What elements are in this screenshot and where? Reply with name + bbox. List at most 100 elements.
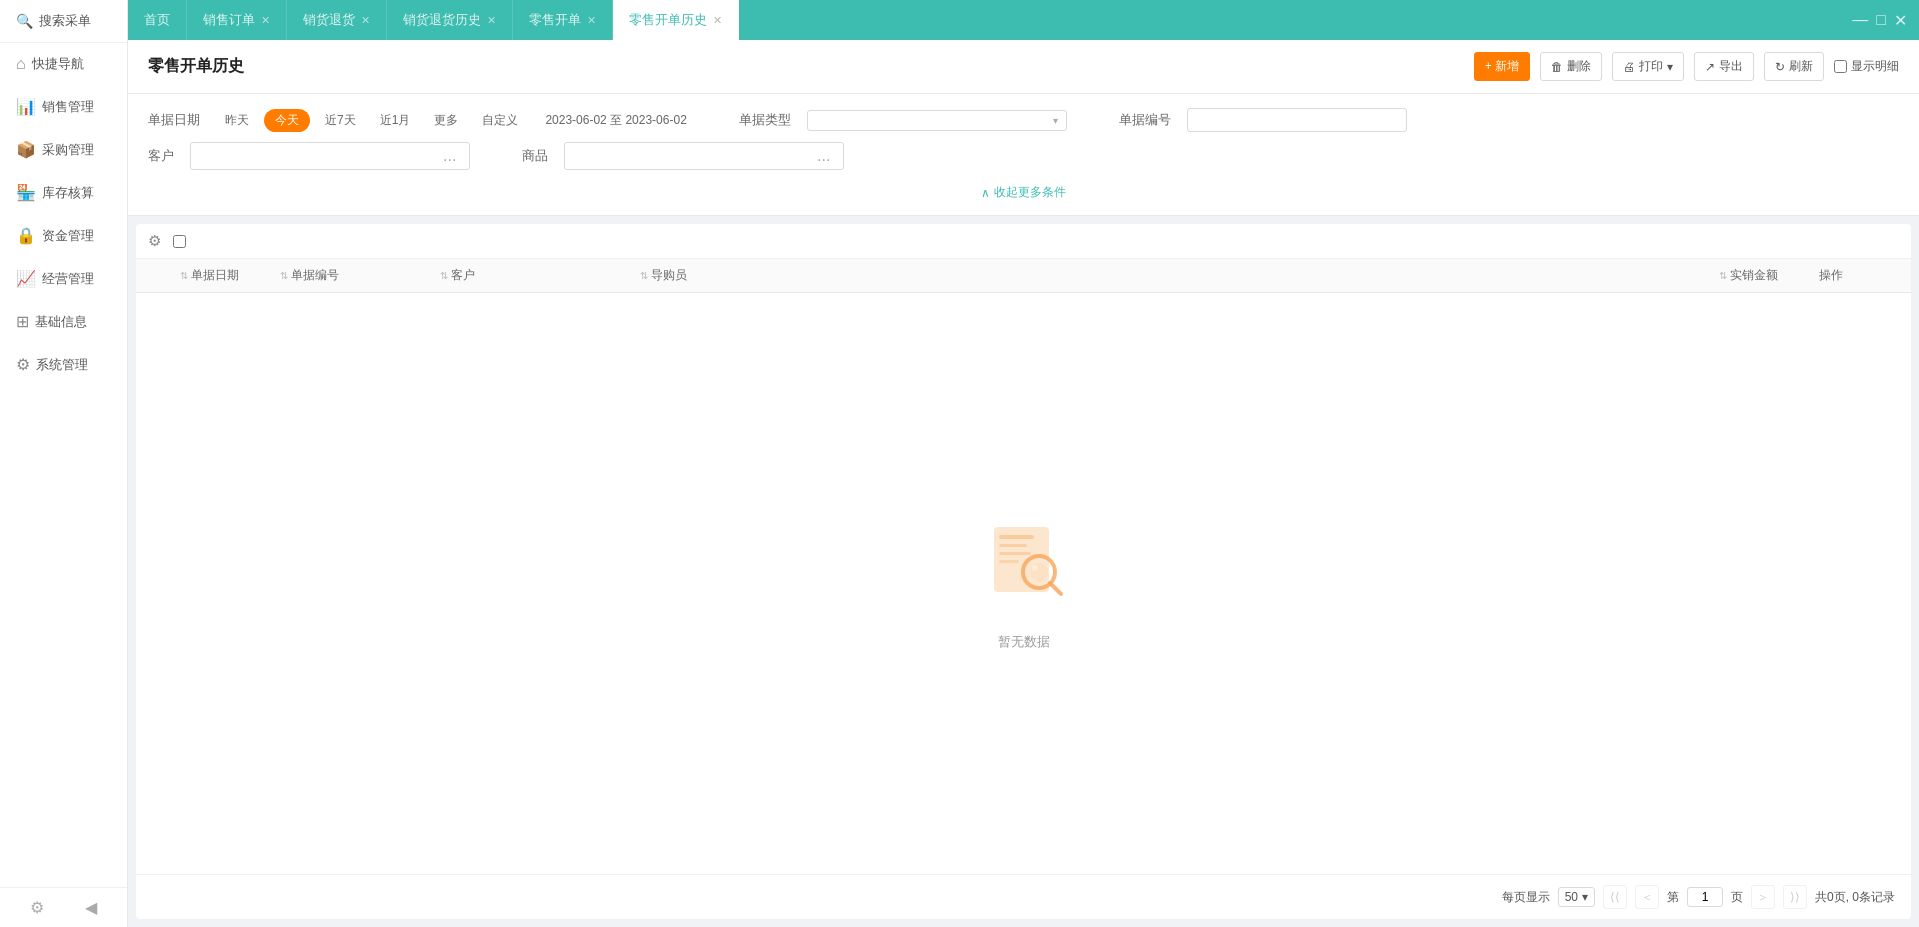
table-settings-icon[interactable]: ⚙ — [148, 232, 161, 250]
number-filter-input[interactable] — [1187, 108, 1407, 132]
type-filter-select[interactable]: ▾ — [807, 110, 1067, 131]
per-page-select[interactable]: 50 ▾ — [1558, 887, 1595, 907]
sidebar-item-purchase[interactable]: 📦 采购管理 — [0, 128, 127, 171]
sidebar-search[interactable]: 🔍 搜索采单 — [0, 0, 127, 43]
window-minimize-btn[interactable]: — — [1852, 11, 1868, 29]
sort-icon: ⇅ — [640, 270, 648, 281]
sidebar-item-label: 快捷导航 — [32, 55, 84, 73]
print-icon: 🖨 — [1623, 60, 1635, 74]
add-button[interactable]: + 新增 — [1474, 52, 1530, 81]
page-label-suffix: 页 — [1731, 889, 1743, 906]
page-number-input[interactable] — [1687, 887, 1723, 907]
collapse-filters-btn[interactable]: ∧ 收起更多条件 — [148, 180, 1899, 205]
sort-icon: ⇅ — [280, 270, 288, 281]
svg-point-8 — [1032, 565, 1038, 571]
collapse-up-icon: ∧ — [981, 186, 990, 200]
window-maximize-btn[interactable]: □ — [1876, 11, 1886, 29]
delete-button[interactable]: 🗑 删除 — [1540, 52, 1602, 81]
tab-retail-history[interactable]: 零售开单历史 ✕ — [613, 0, 739, 40]
home-icon: ⌂ — [16, 55, 26, 73]
customer-filter-ellipsis-btn[interactable]: ... — [439, 147, 460, 165]
date-yesterday-btn[interactable]: 昨天 — [216, 109, 258, 132]
bar-chart-icon: 📈 — [16, 269, 36, 288]
date-7days-btn[interactable]: 近7天 — [316, 109, 365, 132]
th-amount[interactable]: ⇅ 实销金额 — [1719, 267, 1819, 284]
tab-home[interactable]: 首页 — [128, 0, 187, 40]
sidebar-settings-btn[interactable]: ⚙ — [30, 898, 44, 917]
tab-sales-return-close[interactable]: ✕ — [361, 14, 370, 27]
sidebar-item-label: 资金管理 — [42, 227, 94, 245]
chart-icon: 📊 — [16, 97, 36, 116]
sidebar-item-quick-nav[interactable]: ⌂ 快捷导航 — [0, 43, 127, 85]
prev-page-btn[interactable]: ＜ — [1635, 885, 1659, 909]
goods-filter-input[interactable] — [573, 149, 813, 163]
refresh-button[interactable]: ↻ 刷新 — [1764, 52, 1824, 81]
svg-line-6 — [1050, 583, 1061, 594]
tab-sales-return[interactable]: 销货退货 ✕ — [287, 0, 387, 40]
empty-text: 暂无数据 — [998, 633, 1050, 651]
tab-sales-order[interactable]: 销售订单 ✕ — [187, 0, 287, 40]
refresh-icon: ↻ — [1775, 60, 1785, 74]
svg-rect-4 — [999, 560, 1019, 563]
settings-icon: ⚙ — [16, 355, 30, 374]
sidebar-item-inventory[interactable]: 🏪 库存核算 — [0, 171, 127, 214]
sort-icon: ⇅ — [440, 270, 448, 281]
tab-sales-return-history-label: 销货退货历史 — [403, 11, 481, 29]
show-detail-toggle[interactable]: 显示明细 — [1834, 58, 1899, 75]
tab-retail-open-close[interactable]: ✕ — [587, 14, 596, 27]
sidebar-item-system[interactable]: ⚙ 系统管理 — [0, 343, 127, 386]
filter-area: 单据日期 昨天 今天 近7天 近1月 更多 自定义 2023-06-02 至 2… — [128, 94, 1919, 216]
th-date[interactable]: ⇅ 单据日期 — [180, 267, 280, 284]
th-customer[interactable]: ⇅ 客户 — [440, 267, 640, 284]
empty-illustration — [974, 517, 1074, 617]
date-1month-btn[interactable]: 近1月 — [371, 109, 420, 132]
tab-retail-history-close[interactable]: ✕ — [713, 14, 722, 27]
th-number[interactable]: ⇅ 单据编号 — [280, 267, 440, 284]
sidebar-item-label: 基础信息 — [35, 313, 87, 331]
tab-home-label: 首页 — [144, 11, 170, 29]
sort-icon: ⇅ — [180, 270, 188, 281]
total-info: 共0页, 0条记录 — [1815, 889, 1895, 906]
last-page-btn[interactable]: ⟩⟩ — [1783, 885, 1807, 909]
sidebar-item-sales[interactable]: 📊 销售管理 — [0, 85, 127, 128]
search-icon: 🔍 — [16, 13, 33, 29]
filter-row-2: 客户 ... 商品 ... — [148, 142, 1899, 170]
sidebar-bottom: ⚙ ◀ — [0, 887, 127, 927]
tab-sales-return-history-close[interactable]: ✕ — [487, 14, 496, 27]
export-icon: ↗ — [1705, 60, 1715, 74]
sidebar-item-operations[interactable]: 📈 经营管理 — [0, 257, 127, 300]
tabbar: 首页 销售订单 ✕ 销货退货 ✕ 销货退货历史 ✕ 零售开单 ✕ 零售开单历史 … — [128, 0, 1919, 40]
next-page-btn[interactable]: ＞ — [1751, 885, 1775, 909]
pagination: 每页显示 50 ▾ ⟨⟨ ＜ 第 页 ＞ ⟩⟩ 共0页, 0条记录 — [136, 874, 1911, 919]
sidebar-item-finance[interactable]: 🔒 资金管理 — [0, 214, 127, 257]
delete-icon: 🗑 — [1551, 60, 1563, 74]
sidebar-item-label: 库存核算 — [42, 184, 94, 202]
tab-sales-order-close[interactable]: ✕ — [261, 14, 270, 27]
goods-filter-ellipsis-btn[interactable]: ... — [813, 147, 834, 165]
goods-filter-label: 商品 — [522, 147, 548, 165]
customer-filter-input[interactable] — [199, 149, 439, 163]
date-more-btn[interactable]: 更多 — [425, 109, 467, 132]
th-salesperson[interactable]: ⇅ 导购员 — [640, 267, 780, 284]
table-select-all-checkbox[interactable] — [173, 235, 186, 248]
sidebar-collapse-btn[interactable]: ◀ — [85, 898, 97, 917]
export-button[interactable]: ↗ 导出 — [1694, 52, 1754, 81]
content-area: 零售开单历史 + 新增 🗑 删除 🖨 打印 ▾ ↗ 导出 ↻ — [128, 40, 1919, 927]
sidebar-item-basic[interactable]: ⊞ 基础信息 — [0, 300, 127, 343]
date-custom-btn[interactable]: 自定义 — [473, 109, 527, 132]
sidebar: 🔍 搜索采单 ⌂ 快捷导航 📊 销售管理 📦 采购管理 🏪 库存核算 🔒 资金管… — [0, 0, 128, 927]
page-title: 零售开单历史 — [148, 56, 244, 77]
date-today-btn[interactable]: 今天 — [264, 109, 310, 132]
tab-sales-return-history[interactable]: 销货退货历史 ✕ — [387, 0, 513, 40]
sidebar-item-label: 系统管理 — [36, 356, 88, 374]
sidebar-search-label: 搜索采单 — [39, 12, 91, 30]
first-page-btn[interactable]: ⟨⟨ — [1603, 885, 1627, 909]
svg-rect-1 — [999, 535, 1034, 539]
show-detail-checkbox[interactable] — [1834, 60, 1847, 73]
tab-retail-open[interactable]: 零售开单 ✕ — [513, 0, 613, 40]
window-close-btn[interactable]: ✕ — [1894, 11, 1907, 30]
table-toolbar: ⚙ — [136, 224, 1911, 259]
svg-rect-2 — [999, 544, 1027, 547]
warehouse-icon: 🏪 — [16, 183, 36, 202]
print-button[interactable]: 🖨 打印 ▾ — [1612, 52, 1684, 81]
